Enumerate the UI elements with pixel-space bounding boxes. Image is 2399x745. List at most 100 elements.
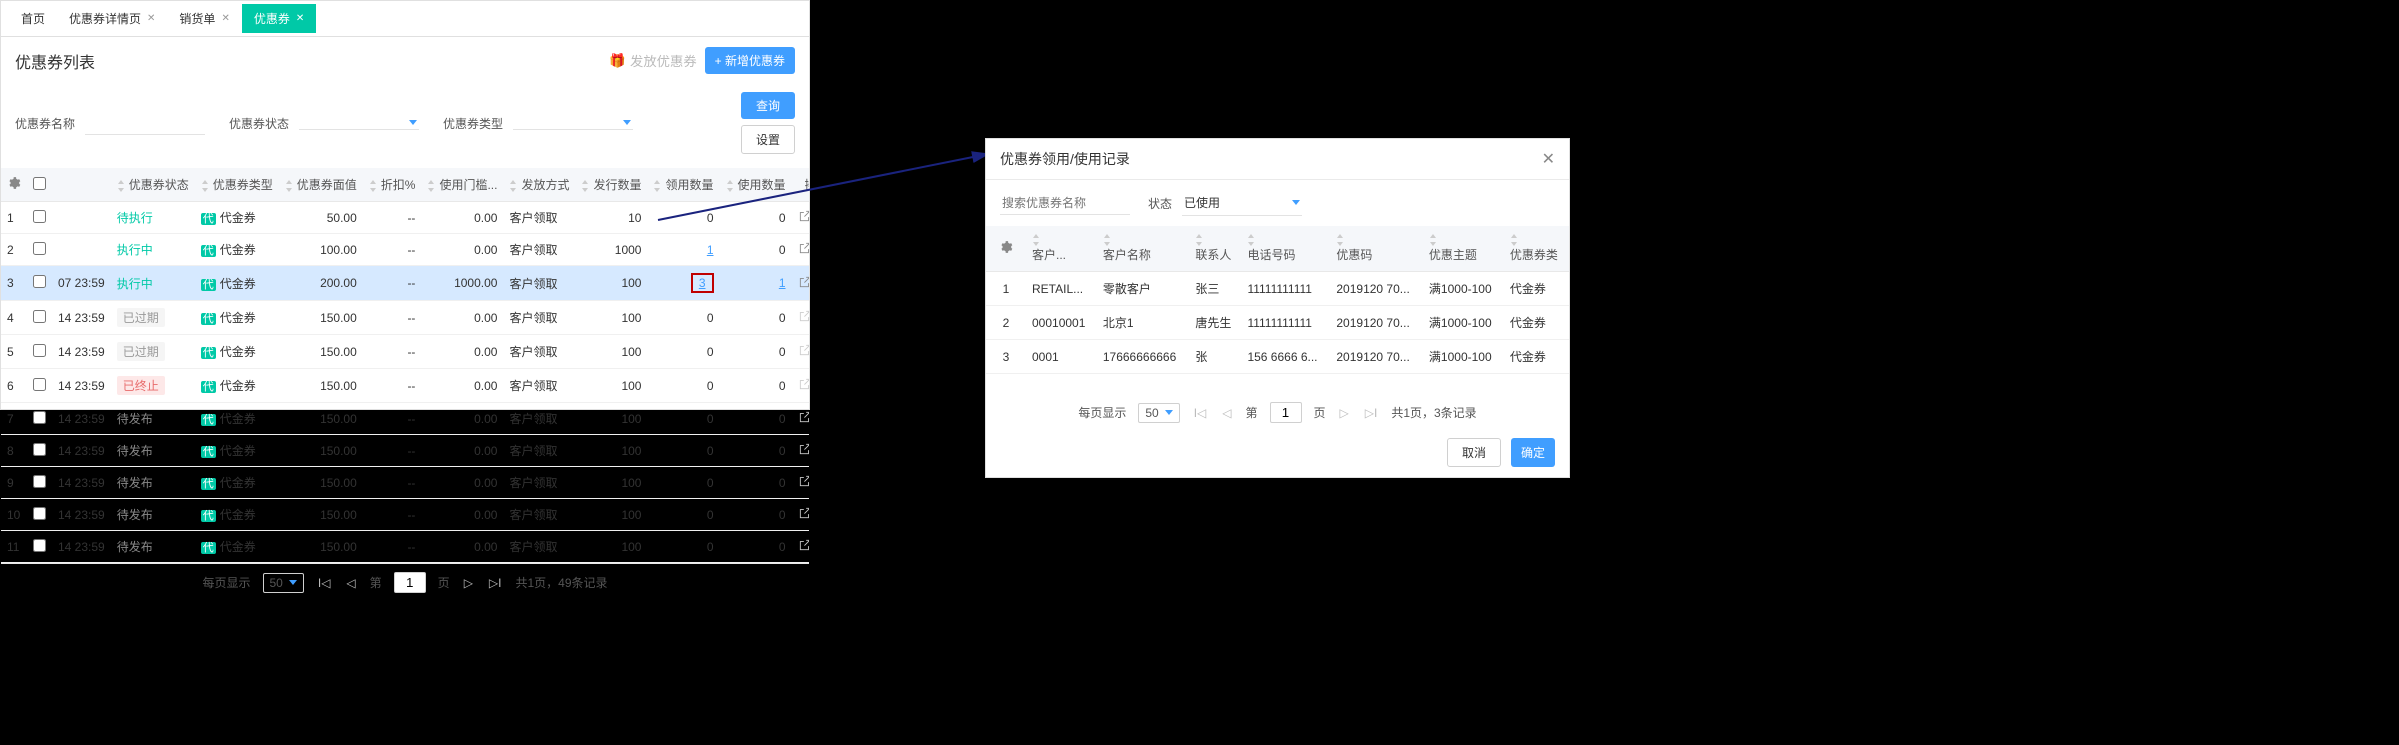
row-checkbox[interactable] xyxy=(33,539,46,552)
page-first-button[interactable]: I◁ xyxy=(1192,406,1209,420)
row-checkbox[interactable] xyxy=(33,344,46,357)
table-row[interactable]: 200010001北京1唐先生111111111112019120 70...满… xyxy=(986,306,1569,340)
table-row[interactable]: 614 23:59已终止代代金券150.00--0.00客户领取10000 xyxy=(1,369,809,403)
share-icon[interactable] xyxy=(798,309,809,326)
column-header[interactable]: 优惠券状态 xyxy=(111,168,195,202)
column-header[interactable]: 优惠券类 xyxy=(1504,226,1569,272)
share-icon[interactable] xyxy=(798,343,809,360)
column-header[interactable]: 操作 xyxy=(792,168,809,202)
column-header[interactable]: 客户名称 xyxy=(1097,226,1190,272)
table-row[interactable]: 1114 23:59待发布代代金券150.00--0.00客户领取10000 xyxy=(1,531,809,563)
row-checkbox[interactable] xyxy=(33,310,46,323)
sort-icon[interactable] xyxy=(427,180,435,192)
sort-icon[interactable] xyxy=(509,180,517,192)
table-row[interactable]: 414 23:59已过期代代金券150.00--0.00客户领取10000 xyxy=(1,301,809,335)
row-checkbox[interactable] xyxy=(33,378,46,391)
filter-status-select[interactable] xyxy=(299,116,419,130)
page-last-button[interactable]: ▷I xyxy=(1363,406,1380,420)
row-checkbox[interactable] xyxy=(33,443,46,456)
column-header[interactable]: 联系人 xyxy=(1189,226,1241,272)
filter-name-input[interactable] xyxy=(85,112,205,135)
row-checkbox[interactable] xyxy=(33,242,46,255)
column-header[interactable]: 优惠主题 xyxy=(1423,226,1504,272)
filter-type-select[interactable] xyxy=(513,116,633,130)
page-next-button[interactable]: ▷ xyxy=(1338,406,1351,420)
share-icon[interactable] xyxy=(798,241,809,258)
sort-icon[interactable] xyxy=(1336,234,1417,246)
sort-icon[interactable] xyxy=(1195,234,1235,246)
table-row[interactable]: 1待执行代代金券50.00--0.00客户领取1000 xyxy=(1,202,809,234)
column-header[interactable]: 发放方式 xyxy=(503,168,575,202)
filter-settings-button[interactable]: 设置 xyxy=(741,125,795,154)
sort-icon[interactable] xyxy=(726,180,734,192)
row-checkbox[interactable] xyxy=(33,411,46,424)
row-claimed[interactable]: 3 xyxy=(647,266,719,301)
close-icon[interactable]: ✕ xyxy=(147,13,155,24)
share-icon[interactable] xyxy=(798,410,809,427)
sort-icon[interactable] xyxy=(581,180,589,192)
share-icon[interactable] xyxy=(798,275,809,292)
column-header[interactable]: 优惠券类型 xyxy=(195,168,279,202)
share-icon[interactable] xyxy=(798,377,809,394)
table-row[interactable]: 307 23:59执行中代代金券200.00--1000.00客户领取10031 xyxy=(1,266,809,301)
share-icon[interactable] xyxy=(798,538,809,555)
column-header[interactable]: 优惠码 xyxy=(1330,226,1423,272)
row-used[interactable]: 1 xyxy=(720,266,792,301)
sort-icon[interactable] xyxy=(653,180,661,192)
sort-icon[interactable] xyxy=(1103,234,1184,246)
row-checkbox[interactable] xyxy=(33,475,46,488)
column-header[interactable]: 折扣% xyxy=(363,168,422,202)
sort-icon[interactable] xyxy=(1247,234,1324,246)
row-checkbox[interactable] xyxy=(33,210,46,223)
table-row[interactable]: 914 23:59待发布代代金券150.00--0.00客户领取10000 xyxy=(1,467,809,499)
column-header[interactable]: 优惠券面值 xyxy=(279,168,363,202)
page-prev-button[interactable]: ◁ xyxy=(344,576,357,590)
share-icon[interactable] xyxy=(798,209,809,226)
column-header[interactable]: 领用数量 xyxy=(647,168,719,202)
page-prev-button[interactable]: ◁ xyxy=(1220,406,1233,420)
sort-icon[interactable] xyxy=(285,180,293,192)
column-header[interactable]: 电话号码 xyxy=(1241,226,1330,272)
row-checkbox[interactable] xyxy=(33,507,46,520)
sort-icon[interactable] xyxy=(117,180,125,192)
sort-icon[interactable] xyxy=(369,180,377,192)
gear-icon[interactable] xyxy=(7,179,21,193)
row-checkbox[interactable] xyxy=(33,275,46,288)
sort-icon[interactable] xyxy=(201,180,209,192)
page-next-button[interactable]: ▷ xyxy=(462,576,475,590)
modal-cancel-button[interactable]: 取消 xyxy=(1447,438,1501,467)
sort-icon[interactable] xyxy=(1429,234,1498,246)
table-row[interactable]: 814 23:59待发布代代金券150.00--0.00客户领取10000 xyxy=(1,435,809,467)
page-input[interactable] xyxy=(1270,402,1302,423)
per-page-select[interactable]: 50 xyxy=(1138,403,1179,423)
close-icon[interactable]: ✕ xyxy=(221,13,229,24)
sort-icon[interactable] xyxy=(1032,234,1091,246)
table-row[interactable]: 1014 23:59待发布代代金券150.00--0.00客户领取10000 xyxy=(1,499,809,531)
tab-销货单[interactable]: 销货单✕ xyxy=(167,4,241,33)
close-icon[interactable]: ✕ xyxy=(296,13,304,24)
query-button[interactable]: 查询 xyxy=(741,92,795,119)
column-header[interactable]: 使用门槛... xyxy=(421,168,503,202)
tab-首页[interactable]: 首页 xyxy=(9,4,57,33)
table-row[interactable]: 714 23:59待发布代代金券150.00--0.00客户领取10000 xyxy=(1,403,809,435)
page-first-button[interactable]: I◁ xyxy=(316,576,333,590)
select-all-checkbox[interactable] xyxy=(33,177,46,190)
column-header[interactable]: 使用数量 xyxy=(720,168,792,202)
gear-icon[interactable] xyxy=(999,243,1013,257)
tab-优惠券详情页[interactable]: 优惠券详情页✕ xyxy=(57,4,167,33)
modal-ok-button[interactable]: 确定 xyxy=(1511,438,1555,467)
table-row[interactable]: 1RETAIL...零散客户张三111111111112019120 70...… xyxy=(986,272,1569,306)
share-icon[interactable] xyxy=(798,506,809,523)
add-coupon-button[interactable]: + 新增优惠券 xyxy=(705,47,795,74)
table-row[interactable]: 514 23:59已过期代代金券150.00--0.00客户领取10000 xyxy=(1,335,809,369)
table-row[interactable]: 3000117666666666张156 6666 6...2019120 70… xyxy=(986,340,1569,374)
column-header[interactable]: 发行数量 xyxy=(575,168,647,202)
page-input[interactable] xyxy=(394,572,426,593)
per-page-select[interactable]: 50 xyxy=(263,573,304,593)
page-last-button[interactable]: ▷I xyxy=(487,576,504,590)
column-header[interactable]: 客户... xyxy=(1026,226,1097,272)
modal-search-input[interactable] xyxy=(1000,192,1159,214)
modal-status-select[interactable]: 已使用 xyxy=(1182,190,1302,216)
row-claimed[interactable]: 1 xyxy=(647,234,719,266)
table-row[interactable]: 2执行中代代金券100.00--0.00客户领取100010 xyxy=(1,234,809,266)
